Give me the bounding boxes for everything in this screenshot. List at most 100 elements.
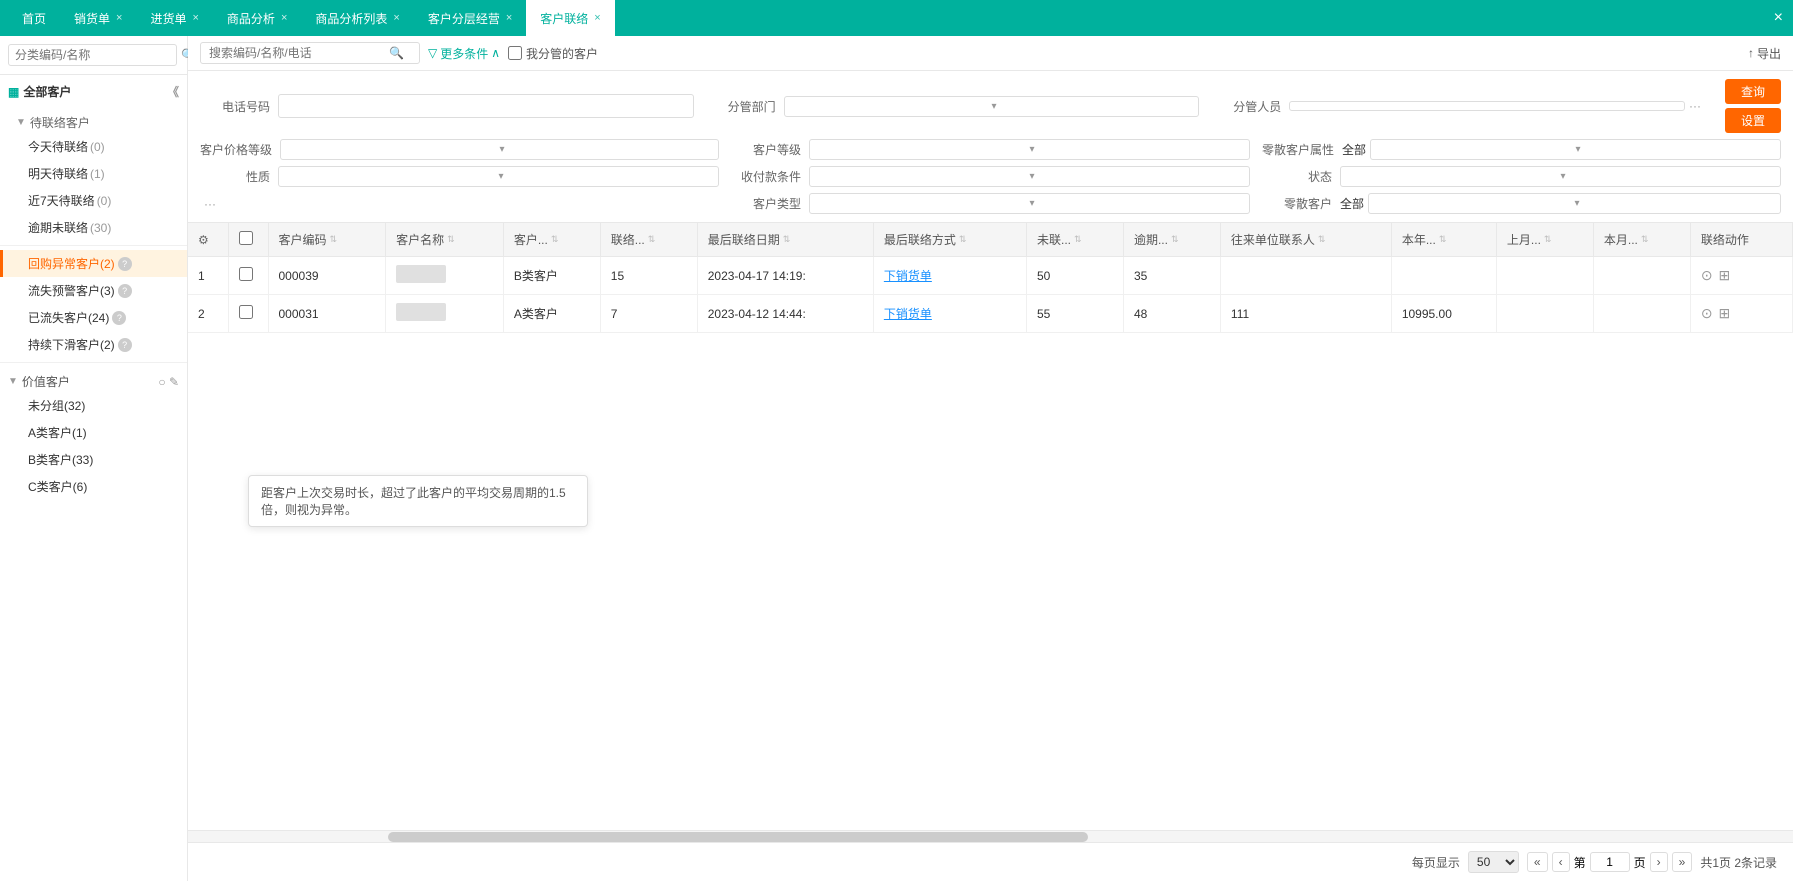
nav-purchase-order[interactable]: 进货单 × <box>136 0 212 36</box>
sidebar-item-b-class[interactable]: B类客户(33) <box>0 446 187 473</box>
sidebar-item-overdue-contact[interactable]: 逾期未联络(30) <box>0 214 187 241</box>
sort-person-icon[interactable]: ⇅ <box>1318 234 1326 245</box>
last-page-button[interactable]: » <box>1672 852 1693 872</box>
nav-sales-order[interactable]: 销货单 × <box>60 0 136 36</box>
th-this-year: 本年... ⇅ <box>1391 223 1496 257</box>
row2-uncontacted: 55 <box>1027 295 1124 333</box>
chevron-down-icon-4: ▾ <box>1576 144 1772 155</box>
link-icon-1[interactable]: ⊙ <box>1701 267 1713 284</box>
close-product-analysis-list-icon[interactable]: × <box>393 12 399 24</box>
sidebar-group-value-customers[interactable]: ▼ 价值客户 ○ ✎ <box>0 367 187 392</box>
more-options-dots[interactable]: ··· <box>200 197 220 211</box>
row2-last-method[interactable]: 下销货单 <box>873 295 1026 333</box>
main-search-input[interactable] <box>209 46 389 60</box>
sidebar-search-input[interactable] <box>8 44 177 66</box>
sidebar-all-customers[interactable]: ▦ 全部客户 《 <box>0 75 187 108</box>
sidebar-item-ungrouped[interactable]: 未分组(32) <box>0 392 187 419</box>
page-size-select[interactable]: 50 10 20 100 <box>1468 851 1519 873</box>
close-customer-contact-icon[interactable]: × <box>594 12 600 24</box>
sort-last-month-icon[interactable]: ⇅ <box>1544 234 1552 245</box>
main-search-icon[interactable]: 🔍 <box>389 46 404 60</box>
main-content-area: 🔍 ▽ 更多条件 ∧ 我分管的客户 ↑ 导出 电话号码 <box>188 36 1793 881</box>
grid-action-icon-2[interactable]: ⊞ <box>1719 305 1731 322</box>
edit-icons[interactable]: ○ ✎ <box>158 375 179 389</box>
price-level-select[interactable]: ▾ <box>280 139 719 160</box>
nav-home[interactable]: 首页 <box>8 0 60 36</box>
phone-input[interactable] <box>278 94 694 118</box>
sort-method-icon[interactable]: ⇅ <box>959 234 967 245</box>
sort-overdue-icon[interactable]: ⇅ <box>1171 234 1179 245</box>
query-button[interactable]: 查询 <box>1725 79 1781 104</box>
status-select[interactable]: ▾ <box>1340 166 1781 187</box>
close-customer-tier-icon[interactable]: × <box>506 12 512 24</box>
sort-type-icon[interactable]: ⇅ <box>551 234 559 245</box>
retail-customer-select[interactable]: ▾ <box>1368 193 1781 214</box>
my-customer-check[interactable] <box>508 46 522 60</box>
nav-customer-tier[interactable]: 客户分层经营 × <box>414 0 526 36</box>
more-conditions-button[interactable]: ▽ 更多条件 ∧ <box>428 45 500 62</box>
close-sales-order-icon[interactable]: × <box>116 12 122 24</box>
sidebar-item-declining[interactable]: 持续下滑客户(2) ? <box>0 331 187 358</box>
sidebar-item-today-pending[interactable]: 今天待联络(0) <box>0 133 187 160</box>
filter-row-3: 性质 ▾ 收付款条件 ▾ 状态 <box>200 166 1781 187</box>
payment-terms-select[interactable]: ▾ <box>809 166 1250 187</box>
first-page-button[interactable]: « <box>1527 852 1548 872</box>
settings-button[interactable]: 设置 <box>1725 108 1781 133</box>
scrollbar-thumb[interactable] <box>388 832 1088 842</box>
sidebar-item-c-class[interactable]: C类客户(6) <box>0 473 187 500</box>
prev-page-button[interactable]: ‹ <box>1552 852 1570 872</box>
info-icon[interactable]: ? <box>118 257 132 271</box>
nav-customer-contact[interactable]: 客户联络 × <box>526 0 614 36</box>
sidebar-item-7day-pending[interactable]: 近7天待联络(0) <box>0 187 187 214</box>
close-product-analysis-icon[interactable]: × <box>281 12 287 24</box>
nav-product-analysis[interactable]: 商品分析 × <box>213 0 301 36</box>
customer-type-select[interactable]: ▾ <box>809 193 1250 214</box>
more-options-icon[interactable]: ··· <box>1685 99 1705 113</box>
nav-product-analysis-list[interactable]: 商品分析列表 × <box>301 0 413 36</box>
page-number-input[interactable] <box>1590 852 1630 872</box>
department-label: 分管部门 <box>706 98 776 115</box>
payment-terms-label: 收付款条件 <box>731 168 801 185</box>
row2-checkbox[interactable] <box>228 295 268 333</box>
th-checkbox[interactable] <box>228 223 268 257</box>
sidebar-group-pending-contact[interactable]: ▼ 待联络客户 <box>0 108 187 133</box>
sidebar-item-tomorrow-pending[interactable]: 明天待联络(1) <box>0 160 187 187</box>
window-close-button[interactable]: × <box>1774 9 1783 27</box>
table-settings-icon[interactable]: ⚙ <box>198 233 209 247</box>
sidebar-item-churned[interactable]: 已流失客户(24) ? <box>0 304 187 331</box>
retail-attribute-select[interactable]: ▾ <box>1370 139 1781 160</box>
nature-select[interactable]: ▾ <box>278 166 719 187</box>
row1-last-method[interactable]: 下销货单 <box>873 257 1026 295</box>
sidebar-item-churn-warning[interactable]: 流失预警客户(3) ? <box>0 277 187 304</box>
info-icon-3[interactable]: ? <box>112 311 126 325</box>
export-button[interactable]: ↑ 导出 <box>1748 45 1781 62</box>
department-select[interactable]: ▾ <box>784 96 1200 117</box>
link-icon-2[interactable]: ⊙ <box>1701 305 1713 322</box>
close-purchase-order-icon[interactable]: × <box>192 12 198 24</box>
customer-level-label: 客户等级 <box>731 141 801 158</box>
customer-level-select[interactable]: ▾ <box>809 139 1250 160</box>
row2-this-month <box>1593 295 1690 333</box>
sort-this-month-icon[interactable]: ⇅ <box>1641 234 1649 245</box>
th-settings[interactable]: ⚙ <box>188 223 228 257</box>
row2-actions: ⊙ ⊞ <box>1690 295 1792 333</box>
chevron-up-icon: ∧ <box>491 46 500 60</box>
row1-checkbox[interactable] <box>228 257 268 295</box>
grid-action-icon-1[interactable]: ⊞ <box>1719 267 1731 284</box>
info-icon-4[interactable]: ? <box>118 338 132 352</box>
sidebar-collapse-icon[interactable]: 《 <box>167 83 179 100</box>
sort-uncontacted-icon[interactable]: ⇅ <box>1074 234 1082 245</box>
sort-code-icon[interactable]: ⇅ <box>330 234 338 245</box>
horizontal-scrollbar[interactable] <box>188 830 1793 842</box>
sort-contact-icon[interactable]: ⇅ <box>648 234 656 245</box>
sort-name-icon[interactable]: ⇅ <box>447 234 455 245</box>
info-icon-2[interactable]: ? <box>118 284 132 298</box>
sidebar-item-a-class[interactable]: A类客户(1) <box>0 419 187 446</box>
my-customer-checkbox[interactable]: 我分管的客户 <box>508 45 598 62</box>
sort-year-icon[interactable]: ⇅ <box>1439 234 1447 245</box>
sidebar-item-repurchase-abnormal[interactable]: 回购异常客户(2) ? <box>0 250 187 277</box>
sort-date-icon[interactable]: ⇅ <box>783 234 791 245</box>
next-page-button[interactable]: › <box>1650 852 1668 872</box>
manager-select[interactable] <box>1289 101 1685 111</box>
select-all-checkbox[interactable] <box>239 231 253 245</box>
